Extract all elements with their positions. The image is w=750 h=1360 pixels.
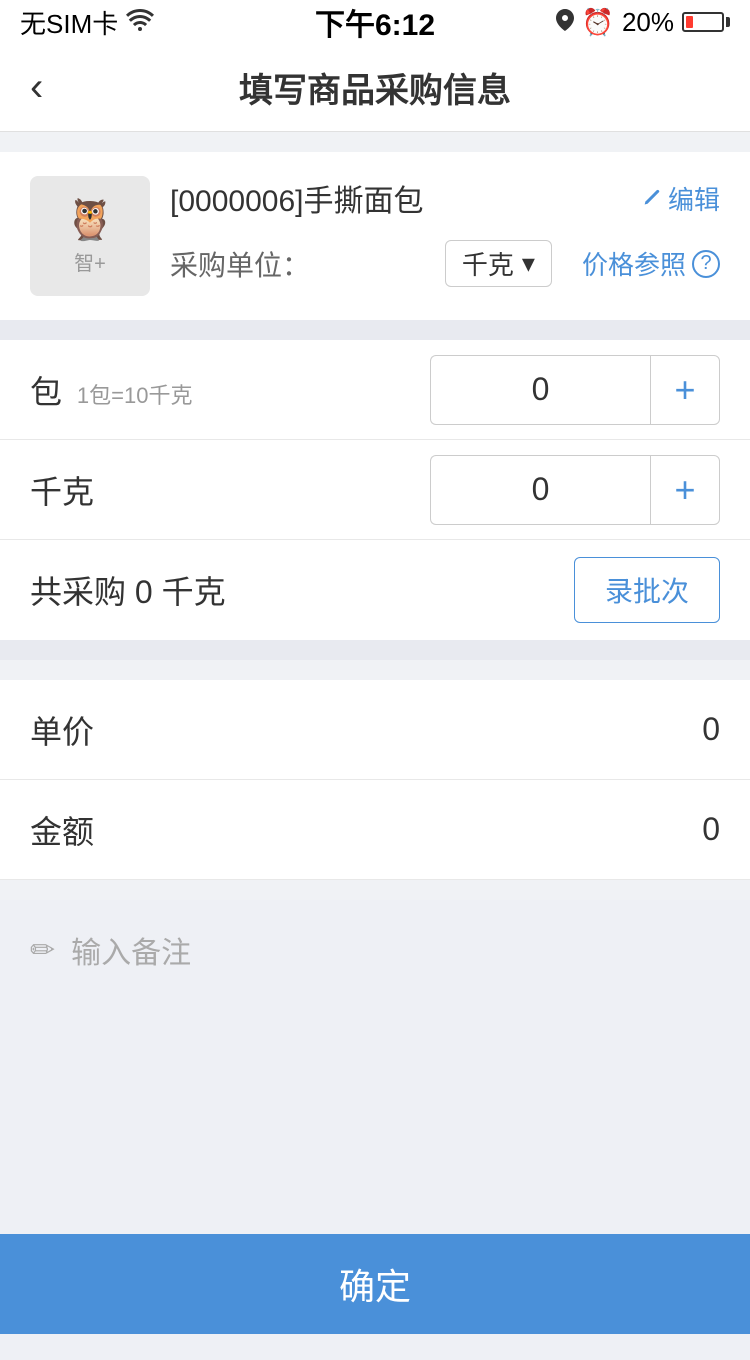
kg-plus-button[interactable]: + <box>650 455 720 525</box>
total-text: 共采购 0 千克 <box>30 567 226 613</box>
kg-quantity-input[interactable] <box>430 455 650 525</box>
amount-value: 0 <box>702 811 720 848</box>
status-bar: 无SIM卡 下午6:12 ⏰ 20% <box>0 0 750 44</box>
product-card: 🦉 智+ [0000006]手撕面包 编辑 采购单位： 千克 ▾ 价格参照 ? <box>0 152 750 320</box>
product-name: [0000006]手撕面包 <box>170 176 423 220</box>
edit-button[interactable]: 编辑 <box>642 180 720 217</box>
total-row: 共采购 0 千克 录批次 <box>0 540 750 640</box>
product-thumb-label: 智+ <box>74 247 106 276</box>
amount-label: 金额 <box>30 807 94 853</box>
status-bar-right: ⏰ 20% <box>556 7 730 38</box>
pencil-icon: ✏ <box>30 933 55 968</box>
total-price-row: 金额 0 <box>0 780 750 880</box>
remark-section[interactable]: ✏ 输入备注 <box>0 900 750 1000</box>
unit-select[interactable]: 千克 ▾ <box>445 240 552 287</box>
page-title: 填写商品采购信息 <box>239 63 511 112</box>
battery-percent: 20% <box>622 7 674 38</box>
bag-plus-button[interactable]: + <box>650 355 720 425</box>
divider-2 <box>0 640 750 660</box>
price-ref-button[interactable]: 价格参照 ? <box>582 245 720 282</box>
divider-1 <box>0 320 750 340</box>
price-ref-label: 价格参照 <box>582 245 686 282</box>
unit-label: 采购单位： <box>170 244 310 284</box>
bag-label: 包 1包=10千克 <box>30 367 250 413</box>
batch-button[interactable]: 录批次 <box>574 557 720 623</box>
unit-price-value: 0 <box>702 711 720 748</box>
unit-price-label: 单价 <box>30 707 94 753</box>
location-icon <box>556 7 574 38</box>
confirm-button[interactable]: 确定 <box>0 1234 750 1334</box>
remark-placeholder: 输入备注 <box>71 928 191 972</box>
unit-value: 千克 <box>462 245 514 282</box>
price-section: 单价 0 金额 0 <box>0 680 750 880</box>
product-name-row: [0000006]手撕面包 编辑 <box>170 176 720 220</box>
unit-price-row: 单价 0 <box>0 680 750 780</box>
carrier-text: 无SIM卡 <box>20 4 118 41</box>
bag-sub-label: 1包=10千克 <box>77 383 193 408</box>
bag-quantity-input[interactable] <box>430 355 650 425</box>
wifi-icon <box>126 7 154 38</box>
kg-input-row: 千克 + <box>0 440 750 540</box>
product-info: [0000006]手撕面包 编辑 采购单位： 千克 ▾ 价格参照 ? <box>170 176 720 287</box>
alarm-icon: ⏰ <box>582 7 614 38</box>
bag-input-control: + <box>250 355 720 425</box>
nav-bar: ‹ 填写商品采购信息 <box>0 44 750 132</box>
product-unit-row: 采购单位： 千克 ▾ 价格参照 ? <box>170 240 720 287</box>
product-thumb-icon: 🦉 <box>65 196 115 243</box>
status-bar-left: 无SIM卡 <box>20 4 154 41</box>
kg-input-control: + <box>250 455 720 525</box>
unit-dropdown-icon: ▾ <box>522 248 535 279</box>
product-thumbnail: 🦉 智+ <box>30 176 150 296</box>
battery-indicator <box>682 12 730 32</box>
quantity-section: 包 1包=10千克 + 千克 + <box>0 340 750 540</box>
price-ref-icon: ? <box>692 250 720 278</box>
kg-label: 千克 <box>30 467 250 513</box>
status-bar-time: 下午6:12 <box>315 0 435 44</box>
back-button[interactable]: ‹ <box>30 65 43 110</box>
bag-input-row: 包 1包=10千克 + <box>0 340 750 440</box>
